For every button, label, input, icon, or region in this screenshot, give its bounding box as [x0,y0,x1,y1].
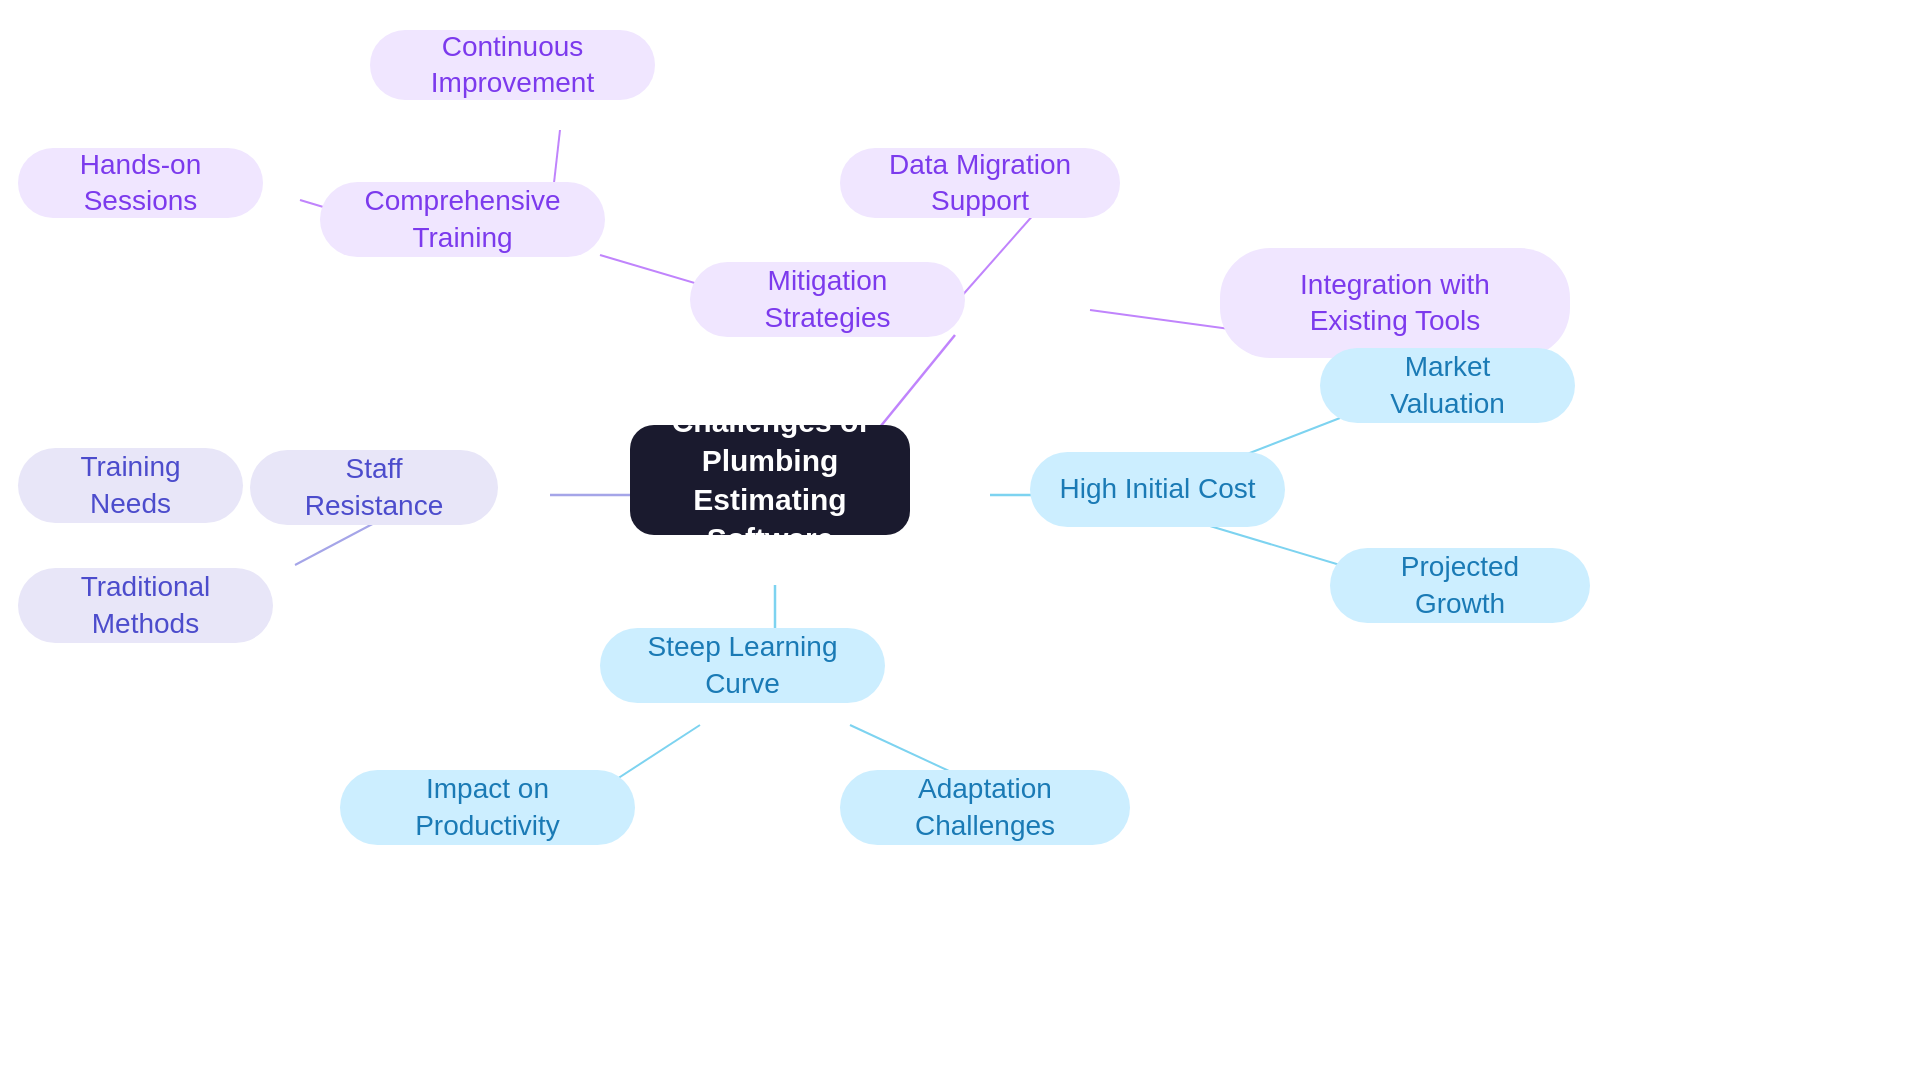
svg-line-11 [1190,520,1350,568]
svg-line-8 [295,520,380,565]
node-adaptation-challenges: Adaptation Challenges [840,770,1130,845]
node-integration-tools: Integration with Existing Tools [1220,248,1570,358]
node-continuous-improvement: Continuous Improvement [370,30,655,100]
center-label: Challenges of PlumbingEstimating Softwar… [658,402,882,558]
node-staff-resistance: Staff Resistance [250,450,498,525]
node-data-migration: Data Migration Support [840,148,1120,218]
node-comprehensive-training: Comprehensive Training [320,182,605,257]
node-market-valuation: Market Valuation [1320,348,1575,423]
node-traditional-methods: Traditional Methods [18,568,273,643]
node-mitigation-strategies: Mitigation Strategies [690,262,965,337]
node-steep-learning-curve: Steep Learning Curve [600,628,885,703]
node-impact-productivity: Impact on Productivity [340,770,635,845]
node-hands-on-sessions: Hands-on Sessions [18,148,263,218]
center-node: Challenges of PlumbingEstimating Softwar… [630,425,910,535]
node-projected-growth: Projected Growth [1330,548,1590,623]
node-training-needs: Training Needs [18,448,243,523]
node-high-initial-cost: High Initial Cost [1030,452,1285,527]
svg-line-4 [960,213,1035,298]
